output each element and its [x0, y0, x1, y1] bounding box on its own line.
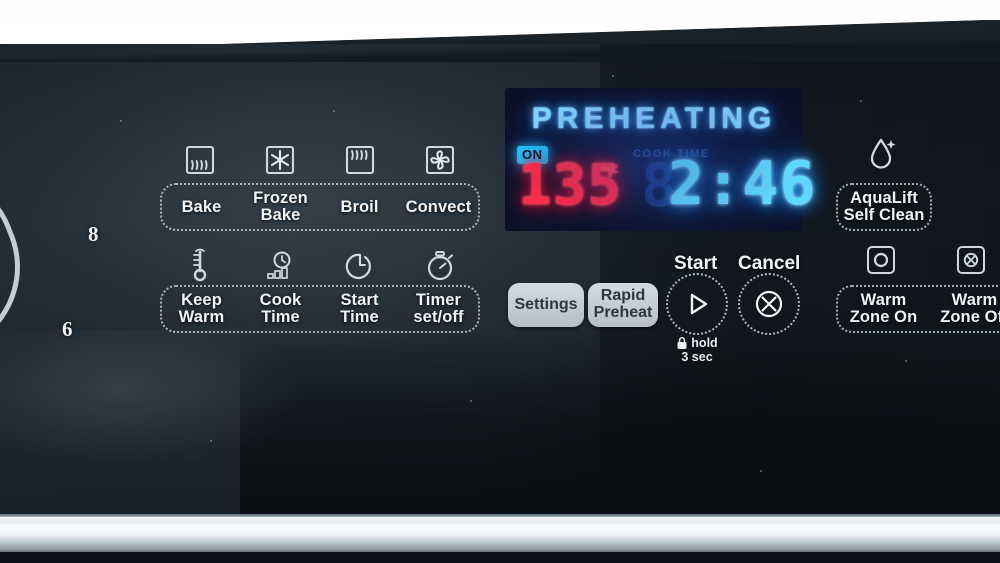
aqualift-label-1: AquaLift	[850, 189, 918, 208]
frozen-bake-button[interactable]: Frozen Bake	[241, 190, 320, 224]
snowflake-icon	[265, 145, 295, 175]
timer-set-off-button[interactable]: Timer set/off	[399, 292, 478, 326]
broil-label: Broil	[340, 197, 379, 216]
warm-zone-button-group: Warm Zone On Warm Zone Off	[836, 285, 1000, 333]
timer-button-group: Keep Warm Cook Time Start Time Timer set…	[160, 285, 480, 333]
play-triangle-icon	[690, 293, 708, 315]
broil-icon	[345, 145, 375, 175]
dust-speck	[612, 75, 614, 77]
aqualift-label-2: Self Clean	[843, 206, 925, 224]
rapid-preheat-label-2: Preheat	[593, 304, 653, 321]
start-button[interactable]	[666, 273, 728, 335]
bake-icon	[185, 145, 215, 175]
dust-speck	[470, 400, 472, 402]
start-time-label-2: Time	[340, 308, 379, 326]
hold-label-1: hold	[691, 336, 718, 350]
oven-control-panel: 8 6 Bake Frozen Bake Broil Convect Keep …	[0, 0, 1000, 563]
dust-speck	[860, 100, 862, 102]
x-circle-icon	[755, 290, 783, 318]
cook-time-label-1: Cook	[259, 291, 302, 310]
start-time-label-1: Start	[340, 291, 379, 310]
bottom-shadow	[0, 552, 1000, 563]
frozen-bake-label-1: Frozen	[253, 189, 308, 208]
cook-time-icon-cell	[240, 243, 320, 283]
warm-zone-off-button[interactable]: Warm Zone Off	[929, 292, 1000, 326]
keep-warm-label-1: Keep	[181, 291, 222, 310]
cancel-caption: Cancel	[738, 253, 801, 274]
water-droplet-sparkle-icon	[870, 138, 896, 169]
knob-mark-8: 8	[88, 222, 99, 246]
broil-button[interactable]: Broil	[320, 197, 399, 216]
keep-warm-label-2: Warm	[178, 308, 225, 326]
cook-time-button[interactable]: Cook Time	[241, 292, 320, 326]
start-time-button[interactable]: Start Time	[320, 292, 399, 326]
mode-icon-row	[160, 138, 480, 178]
convect-button[interactable]: Convect	[399, 197, 478, 216]
glass-reflection	[0, 330, 360, 490]
dust-speck	[760, 470, 762, 472]
keep-warm-icon-cell	[160, 243, 240, 283]
broil-icon-cell	[320, 138, 400, 178]
warm-zone-off-icon	[957, 246, 985, 274]
warm-zone-off-label-1: Warm	[951, 291, 998, 310]
handle-highlight	[0, 517, 1000, 524]
thermometer-icon	[193, 248, 207, 282]
cancel-button[interactable]	[738, 273, 800, 335]
settings-button[interactable]: Settings	[508, 283, 584, 327]
aqualift-icon-cell	[866, 136, 900, 179]
warm-zone-on-icon-cell	[866, 245, 896, 280]
timer-label-2: set/off	[413, 308, 464, 326]
warm-zone-on-button[interactable]: Warm Zone On	[838, 292, 929, 326]
dust-speck	[905, 360, 907, 362]
start-time-icon	[345, 253, 371, 279]
stopwatch-icon	[427, 251, 453, 281]
cook-time-label-2: Time	[261, 308, 300, 326]
mode-button-group: Bake Frozen Bake Broil Convect	[160, 183, 480, 231]
frozen-bake-label-2: Bake	[260, 206, 301, 224]
display-status-text: PREHEATING	[531, 102, 777, 135]
timer-label-1: Timer	[415, 291, 462, 310]
convect-fan-icon	[425, 145, 455, 175]
aqualift-self-clean-button[interactable]: AquaLift Self Clean	[836, 183, 932, 231]
console-top-shadow	[0, 40, 1000, 62]
display-clock: 2:46	[668, 149, 817, 219]
dust-speck	[210, 440, 212, 442]
warm-zone-off-label-2: Zone Off	[940, 308, 1000, 326]
warm-zone-on-icon	[867, 246, 895, 274]
start-time-icon-cell	[320, 243, 400, 283]
cook-time-icon	[267, 251, 291, 279]
bake-icon-cell	[160, 138, 240, 178]
bake-button[interactable]: Bake	[162, 197, 241, 216]
start-hold-note: hold 3 sec	[656, 336, 738, 364]
convect-label: Convect	[405, 197, 472, 216]
settings-label: Settings	[514, 295, 578, 313]
frozen-bake-icon-cell	[240, 138, 320, 178]
start-caption: Start	[674, 253, 718, 274]
hold-label-2: 3 sec	[681, 350, 713, 364]
convect-icon-cell	[400, 138, 480, 178]
dust-speck	[333, 110, 335, 112]
warm-zone-on-label-1: Warm	[860, 291, 907, 310]
warm-zone-off-icon-cell	[956, 245, 986, 280]
rapid-preheat-button[interactable]: Rapid Preheat	[588, 283, 658, 327]
timer-icon-cell	[400, 243, 480, 283]
rapid-preheat-label-1: Rapid	[600, 287, 646, 305]
bake-label: Bake	[181, 197, 222, 216]
warm-zone-on-label-2: Zone On	[849, 308, 918, 326]
keep-warm-button[interactable]: Keep Warm	[162, 292, 241, 326]
timer-icon-row	[160, 243, 480, 283]
dust-speck	[120, 120, 122, 122]
display-temperature-unit: °F	[601, 162, 619, 181]
knob-mark-6: 6	[62, 317, 73, 341]
vfd-display: PREHEATING ON COOK TIME 135 °F 8 2:46	[505, 88, 816, 231]
lock-icon	[677, 337, 687, 349]
